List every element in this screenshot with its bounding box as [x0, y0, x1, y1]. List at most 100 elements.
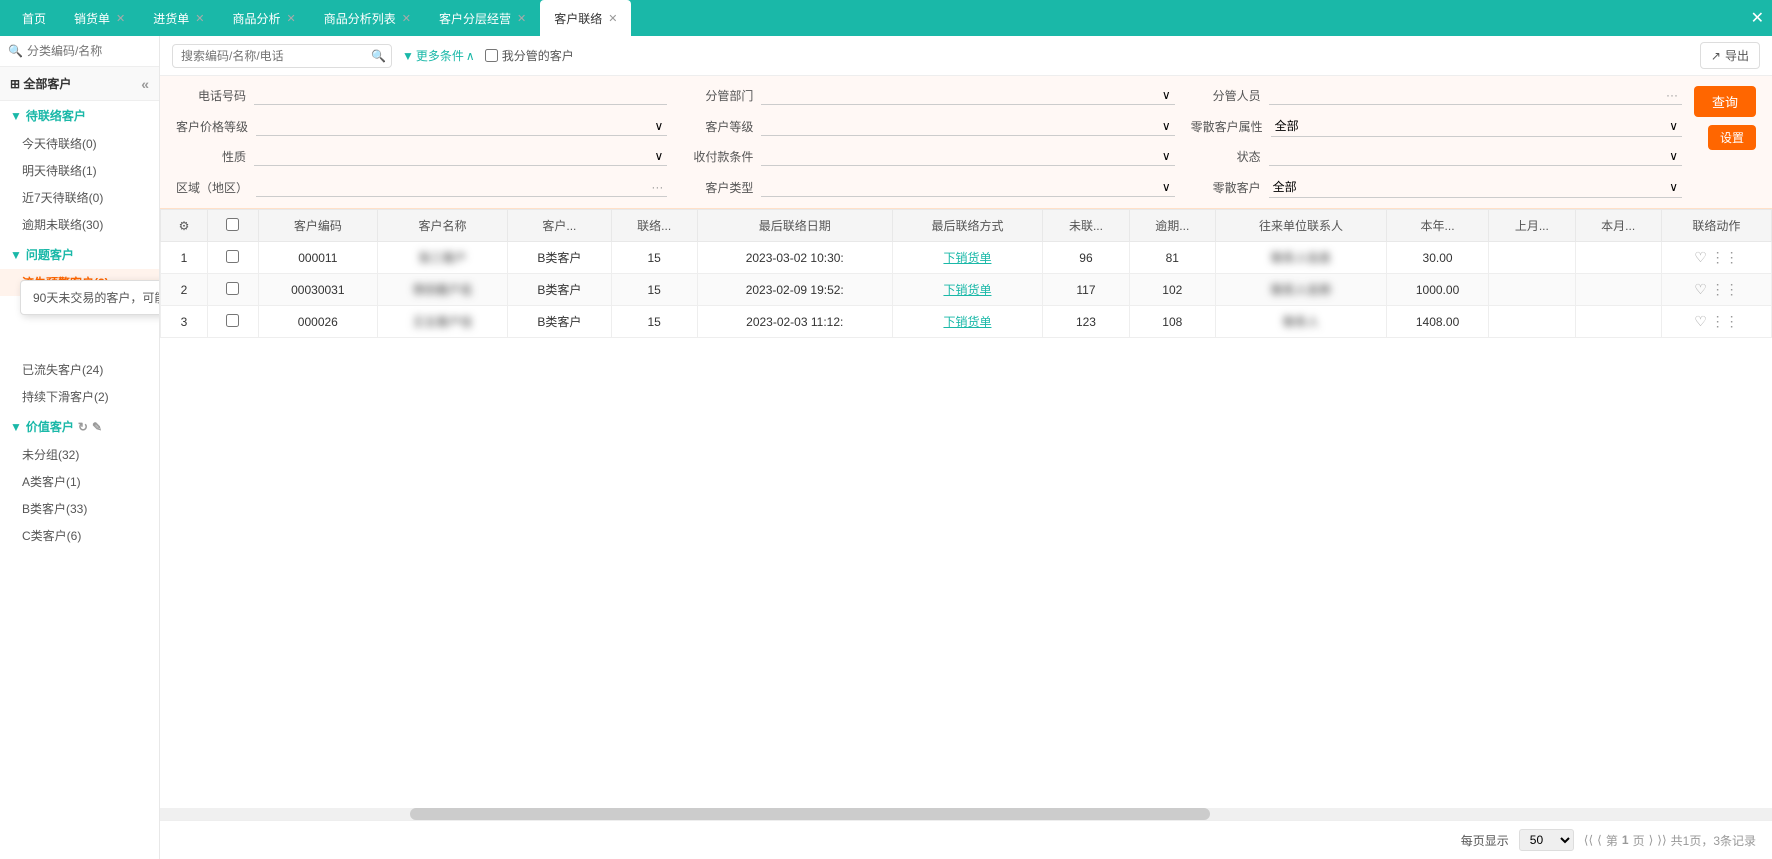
query-button[interactable]: 查询: [1694, 86, 1756, 117]
row-checkbox-2[interactable]: [226, 282, 239, 295]
more-conditions-btn[interactable]: ▼ 更多条件 ∧: [402, 47, 475, 64]
sidebar-item-today-pending[interactable]: 今天待联络(0): [0, 130, 159, 157]
th-checkbox[interactable]: [207, 210, 258, 242]
sidebar-item-ungrouped[interactable]: 未分组(32): [0, 441, 159, 468]
th-type[interactable]: 客户...: [508, 210, 611, 242]
value-group-edit-icon[interactable]: ✎: [92, 420, 102, 434]
sidebar-item-7days-pending[interactable]: 近7天待联络(0): [0, 184, 159, 211]
filter-customer-type-select[interactable]: ∨: [761, 178, 1174, 197]
page-last-icon[interactable]: ⟩⟩: [1657, 833, 1666, 847]
td-method-3[interactable]: 下销货单: [892, 306, 1043, 338]
td-action-2[interactable]: ♡ ⋮⋮: [1661, 274, 1771, 306]
close-purchase-icon[interactable]: ✕: [195, 12, 204, 25]
my-customers-checkbox[interactable]: [485, 49, 498, 62]
tab-purchase[interactable]: 进货单 ✕: [139, 0, 218, 36]
page-next-icon[interactable]: ⟩: [1649, 833, 1654, 847]
th-settings[interactable]: ⚙: [161, 210, 208, 242]
filter-manager-dots[interactable]: ···: [1666, 88, 1678, 102]
per-page-select[interactable]: 50 100 200: [1519, 829, 1574, 851]
td-action-1[interactable]: ♡ ⋮⋮: [1661, 242, 1771, 274]
filter-region-select[interactable]: ···: [256, 178, 667, 197]
th-contact-count[interactable]: 联络...: [611, 210, 697, 242]
search-input[interactable]: [172, 44, 392, 68]
th-not-contacted[interactable]: 未联...: [1043, 210, 1129, 242]
row-checkbox-3[interactable]: [226, 314, 239, 327]
filter-manager-select[interactable]: ···: [1269, 86, 1682, 105]
tab-goods-list[interactable]: 商品分析列表 ✕: [310, 0, 425, 36]
sidebar-item-class-c[interactable]: C类客户(6): [0, 522, 159, 549]
th-this-month[interactable]: 本月...: [1575, 210, 1661, 242]
sidebar-all-customers[interactable]: ⊞ 全部客户 «: [0, 67, 159, 101]
sidebar-item-churned[interactable]: 已流失客户(24): [0, 356, 159, 383]
tab-customer-contact[interactable]: 客户联络 ✕: [540, 0, 631, 36]
td-action-3[interactable]: ♡ ⋮⋮: [1661, 306, 1771, 338]
export-button[interactable]: ↗ 导出: [1700, 42, 1760, 69]
sidebar-item-declining[interactable]: 持续下滑客户(2): [0, 383, 159, 410]
td-not-2: 117: [1043, 274, 1129, 306]
action-icon-3[interactable]: ♡ ⋮⋮: [1694, 313, 1738, 329]
th-code[interactable]: 客户编码: [258, 210, 377, 242]
tab-customer-tier[interactable]: 客户分层经营 ✕: [425, 0, 540, 36]
value-group-refresh-icon[interactable]: ↻: [78, 420, 88, 434]
th-last-method[interactable]: 最后联络方式: [892, 210, 1043, 242]
td-checkbox-3[interactable]: [207, 306, 258, 338]
action-icon-2[interactable]: ♡ ⋮⋮: [1694, 281, 1738, 297]
th-associate[interactable]: 往来单位联系人: [1215, 210, 1386, 242]
filter-retail-attr-select[interactable]: 全部 ∨: [1271, 115, 1682, 137]
sidebar-item-class-a[interactable]: A类客户(1): [0, 468, 159, 495]
sidebar-collapse-btn[interactable]: «: [141, 76, 149, 92]
filter-retail-select[interactable]: 全部 ∨: [1269, 176, 1682, 198]
filter-customer-level-select[interactable]: ∨: [761, 117, 1174, 136]
close-goods-list-icon[interactable]: ✕: [402, 12, 411, 25]
filter-price-select[interactable]: ∨: [256, 117, 667, 136]
export-icon: ↗: [1711, 49, 1721, 63]
filter-payment-select[interactable]: ∨: [761, 147, 1174, 166]
close-customer-contact-icon[interactable]: ✕: [608, 12, 617, 25]
filter-region-dots[interactable]: ···: [651, 180, 663, 194]
th-name[interactable]: 客户名称: [377, 210, 507, 242]
sidebar-group-value-title[interactable]: ▼ 价值客户 ↻ ✎: [0, 412, 159, 441]
sidebar-item-class-b[interactable]: B类客户(33): [0, 495, 159, 522]
filter-bar: 🔍 ▼ 更多条件 ∧ 我分管的客户 ↗ 导出: [160, 36, 1772, 76]
sidebar-group-problem-title[interactable]: ▼ 问题客户: [0, 240, 159, 269]
td-checkbox-2[interactable]: [207, 274, 258, 306]
filter-phone-input[interactable]: [254, 86, 667, 105]
filter-dept-select[interactable]: ∨: [761, 86, 1174, 105]
action-icon-1[interactable]: ♡ ⋮⋮: [1694, 249, 1738, 265]
th-last-date[interactable]: 最后联络日期: [697, 210, 892, 242]
table-header-row: ⚙ 客户编码 客户名称 客户... 联络... 最后联络日期 最后联络方式 未联…: [161, 210, 1772, 242]
td-method-1[interactable]: 下销货单: [892, 242, 1043, 274]
settings-button[interactable]: 设置: [1708, 125, 1756, 150]
page-prev-icon[interactable]: ⟨: [1597, 833, 1602, 847]
th-this-year[interactable]: 本年...: [1386, 210, 1488, 242]
close-customer-tier-icon[interactable]: ✕: [517, 12, 526, 25]
td-method-2[interactable]: 下销货单: [892, 274, 1043, 306]
close-goods-analysis-icon[interactable]: ✕: [287, 12, 296, 25]
tab-home[interactable]: 首页: [8, 0, 60, 36]
close-sales-icon[interactable]: ✕: [116, 12, 125, 25]
my-customers-checkbox-wrap[interactable]: 我分管的客户: [485, 47, 574, 64]
scrollbar-thumb[interactable]: [410, 808, 1210, 820]
sidebar-item-tomorrow-pending[interactable]: 明天待联络(1): [0, 157, 159, 184]
th-last-month[interactable]: 上月...: [1489, 210, 1575, 242]
horizontal-scrollbar[interactable]: [160, 808, 1772, 820]
sidebar-group-pending-title[interactable]: ▼ 待联络客户: [0, 101, 159, 130]
filter-status-select[interactable]: ∨: [1269, 147, 1682, 166]
tab-sales[interactable]: 销货单 ✕: [60, 0, 139, 36]
search-button[interactable]: 🔍: [371, 49, 386, 63]
td-date-2: 2023-02-09 19:52:: [697, 274, 892, 306]
td-checkbox-1[interactable]: [207, 242, 258, 274]
sidebar-item-overdue-pending[interactable]: 逾期未联络(30): [0, 211, 159, 238]
th-action[interactable]: 联络动作: [1661, 210, 1771, 242]
filter-gender-select[interactable]: ∨: [254, 147, 667, 166]
th-overdue[interactable]: 逾期...: [1129, 210, 1215, 242]
page-first-icon[interactable]: ⟨⟨: [1584, 833, 1593, 847]
window-close-icon[interactable]: ✕: [1751, 8, 1764, 28]
arrow-down-icon: ▼: [10, 109, 22, 123]
tab-goods-analysis[interactable]: 商品分析 ✕: [218, 0, 309, 36]
select-all-checkbox[interactable]: [226, 218, 239, 231]
chevron-down-price-icon: ∨: [655, 119, 664, 133]
row-checkbox-1[interactable]: [226, 250, 239, 263]
sidebar-search-input[interactable]: [27, 44, 160, 58]
chevron-down-level-icon: ∨: [1162, 119, 1171, 133]
